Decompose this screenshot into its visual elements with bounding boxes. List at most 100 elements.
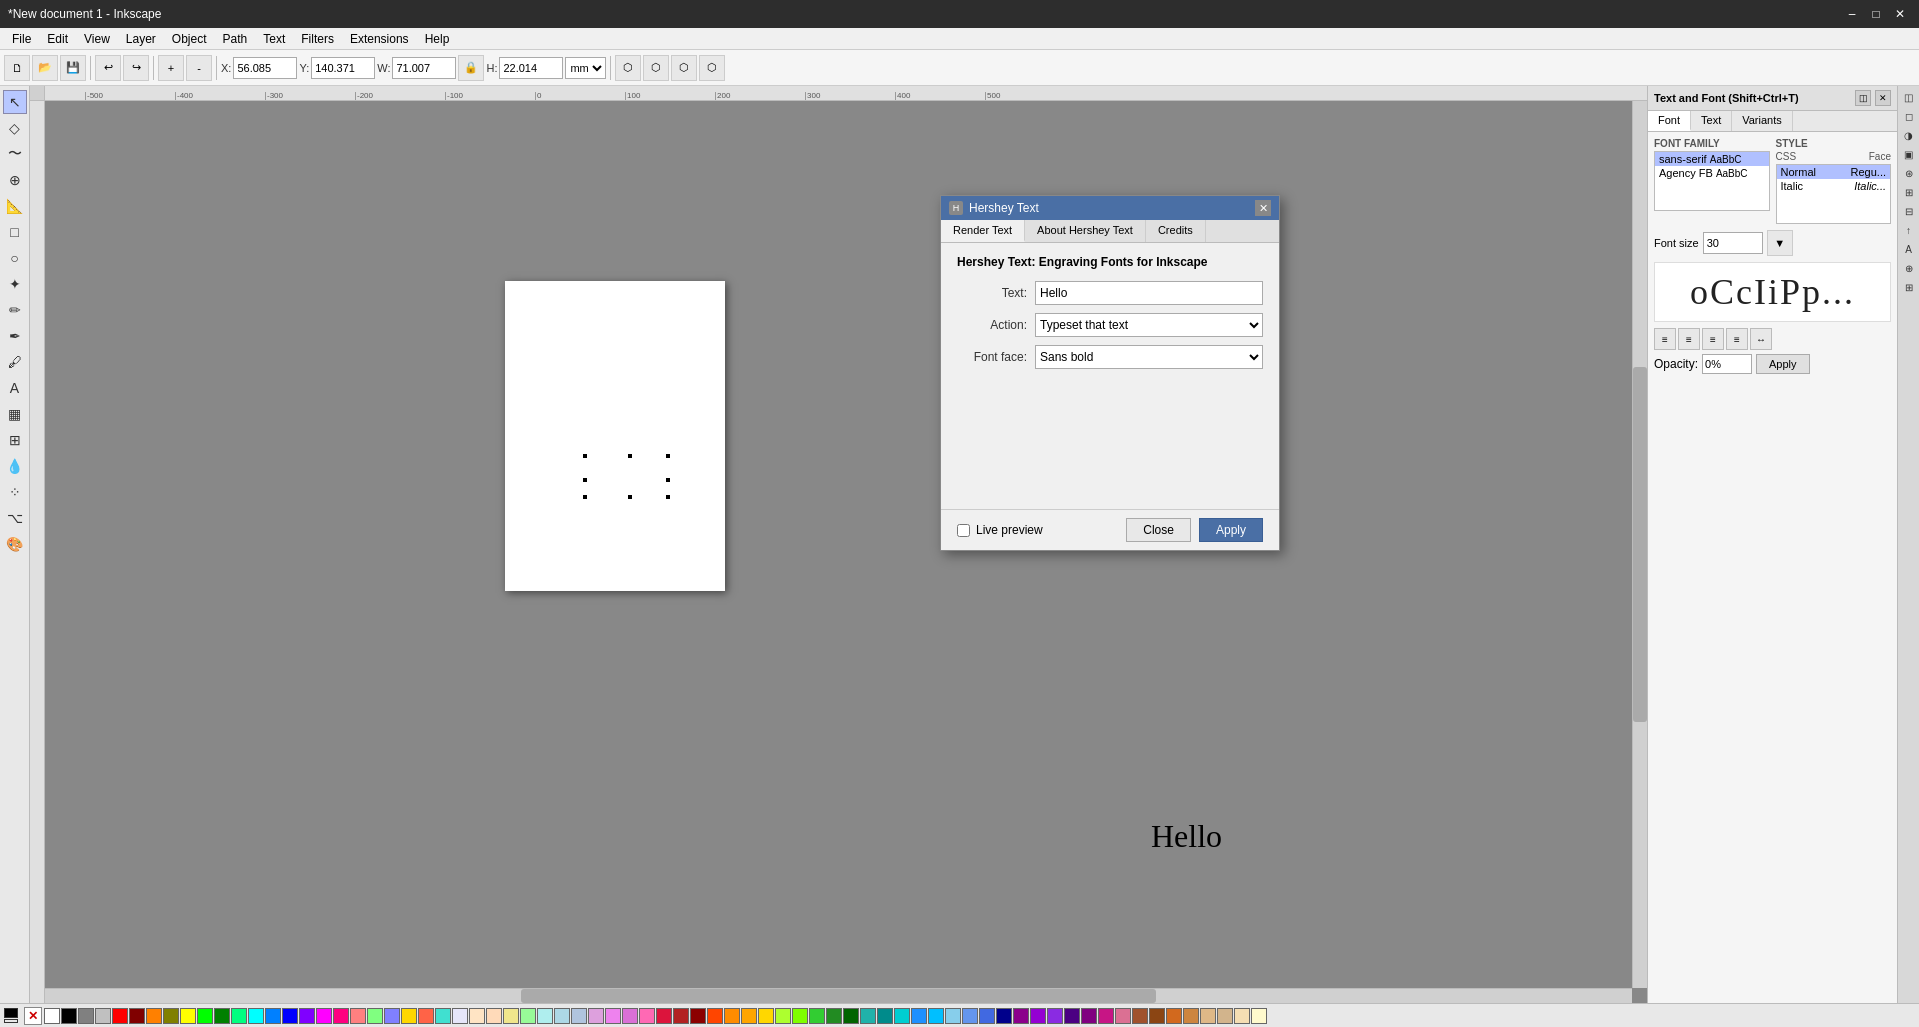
tf-detach-button[interactable]: ◫ (1855, 90, 1871, 106)
font-size-input[interactable] (1703, 232, 1763, 254)
gradient-tool[interactable]: ▦ (3, 402, 27, 426)
hershey-text-input[interactable] (1035, 281, 1263, 305)
spray-tool[interactable]: ⁘ (3, 480, 27, 504)
handle-tm[interactable] (627, 453, 633, 459)
palette-color[interactable] (741, 1008, 757, 1024)
pencil-tool[interactable]: ✏ (3, 298, 27, 322)
menu-extensions[interactable]: Extensions (342, 30, 417, 48)
align-left-text-button[interactable]: ≡ (1654, 328, 1676, 350)
palette-color[interactable] (384, 1008, 400, 1024)
strip-align-button[interactable]: ⊟ (1900, 202, 1918, 220)
align-left-button[interactable]: ⬡ (615, 55, 641, 81)
handle-bl[interactable] (582, 494, 588, 500)
palette-color[interactable] (435, 1008, 451, 1024)
palette-color[interactable] (1030, 1008, 1046, 1024)
palette-color[interactable] (78, 1008, 94, 1024)
strip-layers-button[interactable]: ⊞ (1900, 278, 1918, 296)
style-list[interactable]: Normal Regu... Italic Italic... (1776, 164, 1892, 224)
palette-color[interactable] (1217, 1008, 1233, 1024)
palette-color[interactable] (401, 1008, 417, 1024)
w-input[interactable] (392, 57, 456, 79)
tweak-tool[interactable]: 〜 (3, 142, 27, 166)
zoom-in-button[interactable]: + (158, 55, 184, 81)
palette-color[interactable] (61, 1008, 77, 1024)
palette-color[interactable] (112, 1008, 128, 1024)
new-button[interactable]: 🗋 (4, 55, 30, 81)
hershey-close-button[interactable]: ✕ (1255, 200, 1271, 216)
palette-color[interactable] (180, 1008, 196, 1024)
strip-shadow-button[interactable]: ▣ (1900, 145, 1918, 163)
palette-color[interactable] (503, 1008, 519, 1024)
font-family-item[interactable]: Agency FB AaBbC (1655, 166, 1769, 180)
palette-color[interactable] (1149, 1008, 1165, 1024)
rect-tool[interactable]: □ (3, 220, 27, 244)
menu-edit[interactable]: Edit (39, 30, 76, 48)
open-button[interactable]: 📂 (32, 55, 58, 81)
h-input[interactable] (499, 57, 563, 79)
align-center-button[interactable]: ⬡ (643, 55, 669, 81)
palette-color[interactable] (1183, 1008, 1199, 1024)
palette-color[interactable] (44, 1008, 60, 1024)
strip-text-button[interactable]: A (1900, 240, 1918, 258)
minimize-button[interactable]: – (1841, 3, 1863, 25)
menu-text[interactable]: Text (255, 30, 293, 48)
palette-color[interactable] (95, 1008, 111, 1024)
menu-help[interactable]: Help (417, 30, 458, 48)
star-tool[interactable]: ✦ (3, 272, 27, 296)
menu-filters[interactable]: Filters (293, 30, 342, 48)
palette-color[interactable] (843, 1008, 859, 1024)
palette-color[interactable] (809, 1008, 825, 1024)
palette-color[interactable] (996, 1008, 1012, 1024)
palette-color[interactable] (197, 1008, 213, 1024)
scrollbar-horizontal[interactable] (45, 988, 1632, 1003)
strip-transform-button[interactable]: ⊞ (1900, 183, 1918, 201)
palette-color[interactable] (367, 1008, 383, 1024)
palette-color[interactable] (758, 1008, 774, 1024)
circle-tool[interactable]: ○ (3, 246, 27, 270)
palette-color[interactable] (486, 1008, 502, 1024)
scrollbar-vertical-thumb[interactable] (1633, 367, 1647, 722)
no-paint-button[interactable]: ✕ (24, 1007, 42, 1025)
hello-text[interactable]: Hello (1145, 816, 1228, 857)
palette-color[interactable] (146, 1008, 162, 1024)
palette-color[interactable] (894, 1008, 910, 1024)
hershey-action-select[interactable]: Typeset that text Find text on path Remo… (1035, 313, 1263, 337)
style-item-normal[interactable]: Normal Regu... (1777, 165, 1891, 179)
palette-color[interactable] (639, 1008, 655, 1024)
palette-color[interactable] (1251, 1008, 1267, 1024)
palette-color[interactable] (520, 1008, 536, 1024)
x-input[interactable] (233, 57, 297, 79)
callig-tool[interactable]: 🖋 (3, 350, 27, 374)
live-preview-checkbox[interactable] (957, 524, 970, 537)
handle-mr[interactable] (665, 477, 671, 483)
save-button[interactable]: 💾 (60, 55, 86, 81)
y-input[interactable] (311, 57, 375, 79)
palette-color[interactable] (214, 1008, 230, 1024)
align-right-button[interactable]: ⬡ (671, 55, 697, 81)
transform-button[interactable]: ⬡ (699, 55, 725, 81)
hershey-tab-render[interactable]: Render Text (941, 220, 1025, 242)
opacity-input[interactable] (1702, 354, 1752, 374)
palette-color[interactable] (1013, 1008, 1029, 1024)
palette-color[interactable] (605, 1008, 621, 1024)
palette-color[interactable] (826, 1008, 842, 1024)
align-right-text-button[interactable]: ≡ (1702, 328, 1724, 350)
palette-color[interactable] (265, 1008, 281, 1024)
tf-tab-font[interactable]: Font (1648, 111, 1691, 131)
pen-tool[interactable]: ✒ (3, 324, 27, 348)
palette-color[interactable] (775, 1008, 791, 1024)
handle-br[interactable] (665, 494, 671, 500)
palette-color[interactable] (690, 1008, 706, 1024)
hershey-tab-about[interactable]: About Hershey Text (1025, 220, 1146, 242)
palette-color[interactable] (792, 1008, 808, 1024)
palette-color[interactable] (129, 1008, 145, 1024)
palette-color[interactable] (1064, 1008, 1080, 1024)
palette-color[interactable] (418, 1008, 434, 1024)
font-family-list[interactable]: sans-serif AaBbC Agency FB AaBbC (1654, 151, 1770, 211)
tf-close-button[interactable]: ✕ (1875, 90, 1891, 106)
mesh-tool[interactable]: ⊞ (3, 428, 27, 452)
palette-color[interactable] (1081, 1008, 1097, 1024)
align-center-text-button[interactable]: ≡ (1678, 328, 1700, 350)
palette-color[interactable] (724, 1008, 740, 1024)
hershey-font-select[interactable]: Sans bold Sans Serif Cursive Gothic (1035, 345, 1263, 369)
